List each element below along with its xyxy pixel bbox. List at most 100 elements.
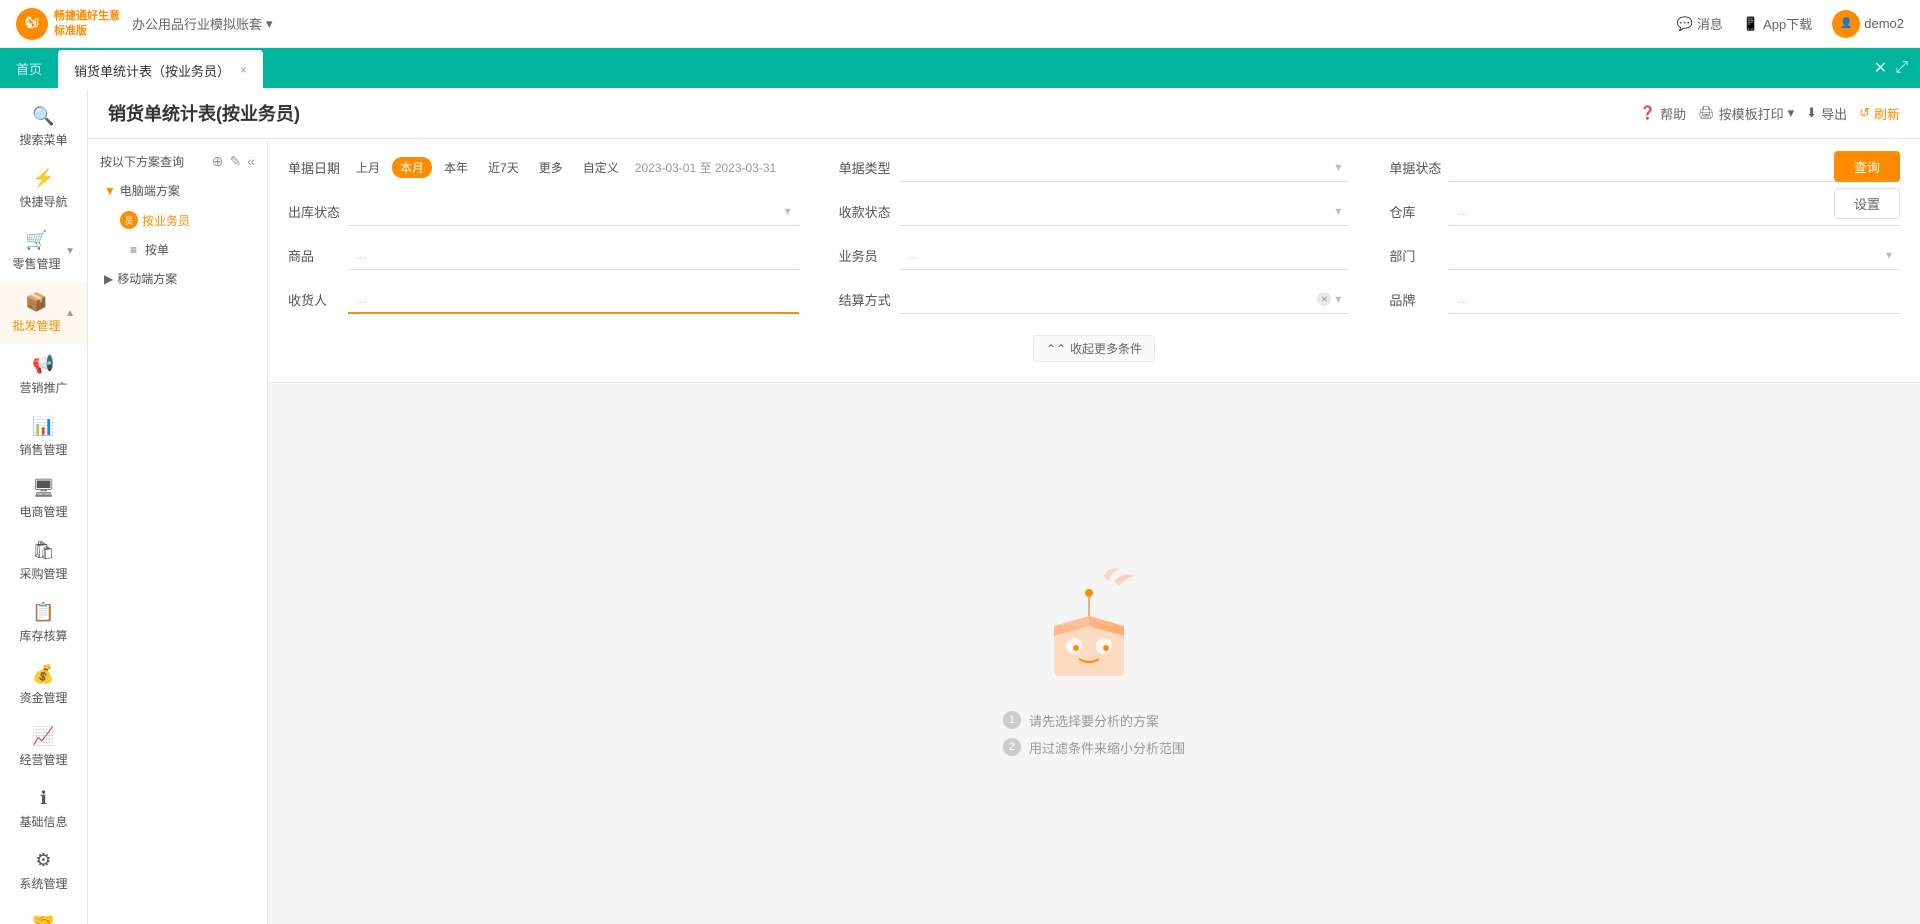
logo-text: 畅捷通好生意 标准版 — [54, 9, 120, 38]
order-icon: ≡ — [130, 243, 137, 257]
add-scheme-icon[interactable]: ⊕ — [212, 153, 224, 170]
edit-scheme-icon[interactable]: ✎ — [229, 153, 241, 170]
sidebar-item-system[interactable]: ⚙ 系统管理 — [0, 840, 87, 902]
collapse-panel-icon[interactable]: « — [247, 153, 255, 170]
date-last-month[interactable]: 上月 — [348, 157, 388, 178]
page-title: 销货单统计表(按业务员) — [108, 100, 300, 126]
window-close-icon[interactable]: ✕ — [1874, 58, 1887, 78]
receipt-arrow: ▾ — [1335, 204, 1341, 218]
sidebar: 🔍 搜索菜单 ⚡ 快捷导航 🛒 零售管理 ▼ 📦 批发管理 ▲ — [0, 88, 88, 924]
warehouse-select[interactable]: ... — [1449, 196, 1900, 226]
date-7days[interactable]: 近7天 — [480, 157, 527, 178]
scheme-item-by-order[interactable]: ≡ 按单 — [88, 235, 267, 264]
sidebar-item-sales[interactable]: 📊 销售管理 — [0, 406, 87, 468]
date-this-month[interactable]: 本月 — [392, 157, 432, 178]
sidebar-item-retail[interactable]: 🛒 零售管理 ▼ — [0, 220, 87, 282]
sidebar-item-basic-info[interactable]: ℹ 基础信息 — [0, 778, 87, 840]
logo-icon: 🐿 — [16, 8, 48, 40]
inner-layout: 按以下方案查询 ⊕ ✎ « ▼ 电脑端方案 — [88, 139, 1920, 924]
refresh-icon: ↺ — [1859, 105, 1870, 121]
doc-type-select[interactable]: ▾ — [899, 152, 1350, 182]
dept-select[interactable]: ▾ — [1449, 240, 1900, 270]
outbound-select[interactable]: ▾ — [348, 196, 799, 226]
filter-section: 单据日期 上月 本月 本年 近7天 更多 自定义 2023-03-01 至 20… — [268, 139, 1920, 383]
inventory-icon: 📋 — [32, 602, 54, 623]
main-area: 🔍 搜索菜单 ⚡ 快捷导航 🛒 零售管理 ▼ 📦 批发管理 ▲ — [0, 88, 1920, 924]
sidebar-item-inventory[interactable]: 📋 库存核算 — [0, 592, 87, 654]
query-button[interactable]: 查询 — [1834, 151, 1900, 182]
dropdown-icon: ▾ — [266, 16, 273, 32]
page-actions: ❓ 帮助 🖨 按模板打印 ▾ ⬇ 导出 ↺ 刷新 — [1640, 104, 1900, 123]
filter-dept: 部门 ▾ — [1389, 239, 1900, 271]
consignee-input[interactable]: ... — [348, 284, 799, 314]
sidebar-item-marketing[interactable]: 📢 营销推广 — [0, 344, 87, 406]
salesperson-select[interactable]: ... — [899, 240, 1350, 270]
tab-sales-stats[interactable]: 销货单统计表（按业务员） × — [58, 50, 263, 90]
sidebar-item-operation[interactable]: 📈 经营管理 — [0, 716, 87, 778]
scheme-group-desktop-header[interactable]: ▼ 电脑端方案 — [88, 176, 267, 205]
sidebar-item-search[interactable]: 🔍 搜索菜单 — [0, 96, 87, 158]
settlement-select[interactable]: × ▾ — [899, 284, 1350, 314]
filter-row-4: 收货人 ... 结算方式 — [288, 283, 1900, 315]
date-more[interactable]: 更多 — [531, 157, 571, 178]
breadcrumb-select[interactable]: 办公用品行业模拟账套 ▾ — [132, 14, 273, 33]
shortcut-icon: ⚡ — [32, 168, 54, 189]
sidebar-item-shortcuts[interactable]: ⚡ 快捷导航 — [0, 158, 87, 220]
settlement-clear-icon[interactable]: × — [1317, 292, 1331, 306]
app-icon: 📱 — [1743, 16, 1759, 32]
filter-receipt: 收款状态 ▾ — [839, 195, 1350, 227]
tab-home[interactable]: 首页 — [0, 48, 58, 88]
marketing-icon: 📢 — [32, 354, 54, 375]
message-btn[interactable]: 💬 消息 — [1677, 14, 1723, 33]
brand-select[interactable]: ... — [1449, 284, 1900, 314]
sidebar-item-finance[interactable]: 💰 资金管理 — [0, 654, 87, 716]
top-bar: 🐿 畅捷通好生意 标准版 办公用品行业模拟账套 ▾ 💬 消息 📱 App下载 — [0, 0, 1920, 48]
scheme-group-desktop: ▼ 电脑端方案 员 按业务员 ≡ 按单 — [88, 176, 267, 264]
date-this-year[interactable]: 本年 — [436, 157, 476, 178]
sidebar-item-purchase[interactable]: 🛍 采购管理 — [0, 530, 87, 592]
date-custom[interactable]: 自定义 — [575, 157, 627, 178]
doc-status-select[interactable]: ▾ — [1449, 152, 1900, 182]
user-avatar[interactable]: 👤 demo2 — [1832, 10, 1904, 38]
purchase-icon: 🛍 — [32, 540, 55, 561]
app-download-btn[interactable]: 📱 App下载 — [1743, 14, 1812, 33]
receipt-select[interactable]: ▾ — [899, 196, 1350, 226]
retail-expand-icon: ▼ — [65, 246, 75, 257]
top-bar-right: 💬 消息 📱 App下载 👤 demo2 — [1677, 10, 1904, 38]
sidebar-item-collab[interactable]: 🤝 企业协同 — [0, 902, 87, 924]
filter-date: 单据日期 上月 本月 本年 近7天 更多 自定义 2023-03-01 至 20… — [288, 151, 799, 183]
sales-icon: 📊 — [32, 416, 54, 437]
settlement-arrow: ▾ — [1335, 292, 1341, 306]
collapse-button[interactable]: ⌃⌃ 收起更多条件 — [1033, 335, 1155, 362]
doc-type-arrow: ▾ — [1335, 160, 1341, 174]
refresh-button[interactable]: ↺ 刷新 — [1859, 104, 1900, 123]
scheme-item-by-salesperson[interactable]: 员 按业务员 — [88, 205, 267, 235]
date-quick-select: 上月 本月 本年 近7天 更多 自定义 2023-03-01 至 2023-03… — [348, 157, 799, 178]
mobile-group-arrow-icon: ▶ — [104, 272, 113, 286]
search-icon: 🔍 — [32, 106, 54, 127]
filter-salesperson: 业务员 ... — [839, 239, 1350, 271]
scheme-group-mobile-header[interactable]: ▶ 移动端方案 — [88, 264, 267, 293]
export-button[interactable]: ⬇ 导出 — [1806, 104, 1847, 123]
print-button[interactable]: 🖨 按模板打印 ▾ — [1698, 104, 1794, 123]
empty-illustration — [1024, 551, 1164, 691]
empty-svg — [1024, 551, 1164, 691]
step-2-number: 2 — [1003, 738, 1021, 756]
tab-maximize: ✕ ⤢ — [1874, 58, 1920, 78]
sidebar-item-ecommerce[interactable]: 🖥 电商管理 — [0, 468, 87, 530]
help-button[interactable]: ❓ 帮助 — [1640, 104, 1686, 123]
salesperson-scheme-icon: 员 — [120, 211, 138, 229]
settings-button[interactable]: 设置 — [1834, 188, 1900, 219]
sidebar-item-wholesale[interactable]: 📦 批发管理 ▲ — [0, 282, 87, 344]
step-1-number: 1 — [1003, 711, 1021, 729]
wholesale-icon: 📦 — [25, 292, 47, 313]
ecommerce-icon: 🖥 — [32, 478, 55, 499]
filter-warehouse: 仓库 ... — [1389, 195, 1900, 227]
maximize-icon[interactable]: ⤢ — [1895, 59, 1908, 77]
avatar: 👤 — [1832, 10, 1860, 38]
empty-step-2: 2 用过滤条件来缩小分析范围 — [1003, 738, 1185, 757]
tab-close-icon[interactable]: × — [240, 63, 247, 77]
filter-doc-status: 单据状态 ▾ — [1389, 151, 1900, 183]
retail-icon: 🛒 — [25, 230, 47, 251]
goods-select[interactable]: ... — [348, 240, 799, 270]
